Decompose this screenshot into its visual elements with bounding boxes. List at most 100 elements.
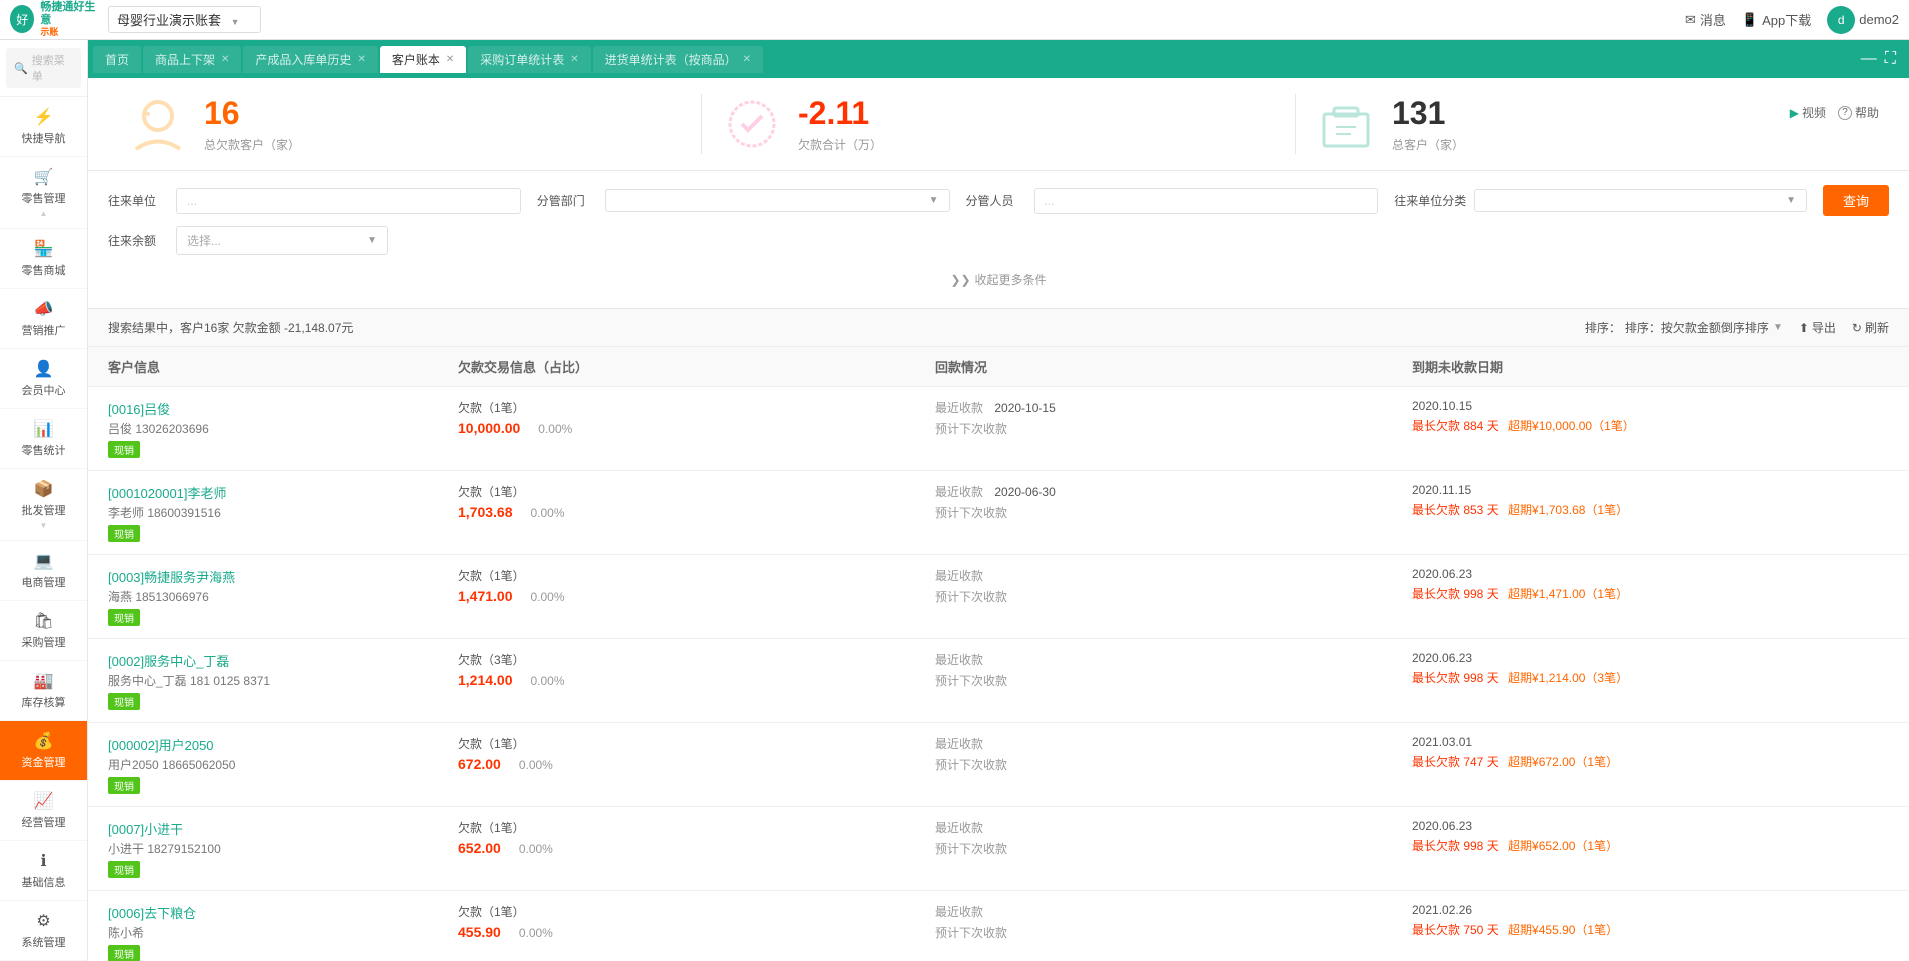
balance-select[interactable]: 选择... ▼ — [176, 226, 388, 255]
message-btn[interactable]: ✉ 消息 — [1685, 10, 1726, 29]
overdue-info-5: 2020.06.23 最长欠款 998 天 超期¥652.00（1笔） — [1412, 819, 1889, 854]
tab-close-customer-account[interactable]: ✕ — [446, 54, 454, 65]
overdue-link-5[interactable]: 超期¥652.00（1笔） — [1508, 839, 1618, 853]
tab-product-shelf[interactable]: 商品上下架 ✕ — [143, 46, 241, 73]
debt-amount-value-5: 652.00 — [458, 840, 501, 856]
user-profile[interactable]: d demo2 — [1827, 6, 1899, 34]
sidebar-item-ops[interactable]: 📈 经营管理 — [0, 781, 87, 841]
sidebar-item-wholesale-mgmt[interactable]: 📦 批发管理 ▼ — [0, 469, 87, 541]
filter-category: 往来单位分类 ▼ — [1394, 189, 1807, 212]
sidebar-item-system[interactable]: ⚙ 系统管理 — [0, 901, 87, 961]
category-select[interactable]: ▼ — [1474, 189, 1807, 212]
overdue-link-1[interactable]: 超期¥1,703.68（1笔） — [1508, 503, 1628, 517]
table-row: [0002]服务中心_丁磊 服务中心_丁磊 181 0125 8371 现销 欠… — [88, 639, 1909, 723]
total-customers-label: 总客户（家） — [1392, 136, 1869, 153]
debt-percent-2: 0.00% — [531, 590, 565, 604]
customer-tag-6: 现销 — [108, 945, 140, 961]
next-payment-0: 预计下次收款 — [935, 420, 1412, 437]
sidebar-item-purchase[interactable]: 🛍 采购管理 — [0, 601, 87, 661]
system-selector[interactable]: 母婴行业演示账套 ▼ — [108, 6, 261, 33]
customer-phone-5: 小进干 18279152100 — [108, 840, 458, 857]
tab-home[interactable]: 首页 — [93, 46, 141, 73]
next-payment-1: 预计下次收款 — [935, 504, 1412, 521]
overdue-link-4[interactable]: 超期¥672.00（1笔） — [1508, 755, 1618, 769]
debt-info-5: 欠款（1笔） 652.00 0.00% — [458, 819, 935, 856]
debt-amount-value-0: 10,000.00 — [458, 420, 520, 436]
sort-selector[interactable]: 排序： 排序：按欠款金额倒序排序 ▼ — [1585, 319, 1783, 336]
overdue-info-0: 2020.10.15 最长欠款 884 天 超期¥10,000.00（1笔） — [1412, 399, 1889, 434]
sidebar-item-marketing[interactable]: 📣 营销推广 — [0, 289, 87, 349]
logo-area: 好 畅捷通好生意 示账 — [10, 1, 98, 38]
customer-name-0[interactable]: [0016]吕俊 — [108, 399, 458, 418]
debt-customers-label: 总欠款客户（家） — [204, 136, 681, 153]
sidebar-item-inventory[interactable]: 🏭 库存核算 — [0, 661, 87, 721]
system-icon: ⚙ — [36, 911, 50, 931]
basic-icon: ℹ — [40, 851, 46, 871]
customer-name-3[interactable]: [0002]服务中心_丁磊 — [108, 651, 458, 670]
sidebar-item-ecommerce[interactable]: 💻 电商管理 — [0, 541, 87, 601]
tab-minimize-icon[interactable]: — — [1861, 50, 1877, 68]
total-customers-icon — [1316, 94, 1376, 154]
overdue-link-3[interactable]: 超期¥1,214.00（3笔） — [1508, 671, 1628, 685]
table-row: [0001020001]李老师 李老师 18600391516 现销 欠款（1笔… — [88, 471, 1909, 555]
help-btn[interactable]: ? 帮助 — [1838, 104, 1879, 121]
customer-name-1[interactable]: [0001020001]李老师 — [108, 483, 458, 502]
overdue-date-6: 2021.02.26 — [1412, 903, 1889, 917]
debt-info-4: 欠款（1笔） 672.00 0.00% — [458, 735, 935, 772]
overdue-days-5: 最长欠款 998 天 超期¥652.00（1笔） — [1412, 837, 1889, 854]
tab-close-purchase-stats[interactable]: ✕ — [743, 54, 751, 65]
customer-name-2[interactable]: [0003]畅捷服务尹海燕 — [108, 567, 458, 586]
collapse-filter-btn[interactable]: ❯❯ 收起更多条件 — [108, 265, 1889, 294]
sidebar-item-finance[interactable]: 💰 资金管理 — [0, 721, 87, 781]
retail-mall-icon: 🏪 — [34, 239, 54, 259]
person-label: 分管人员 — [966, 192, 1026, 209]
overdue-link-0[interactable]: 超期¥10,000.00（1笔） — [1508, 419, 1635, 433]
debt-amount-label: 欠款合计（万） — [798, 136, 1275, 153]
customer-tag-2: 现销 — [108, 609, 140, 626]
overdue-link-6[interactable]: 超期¥455.90（1笔） — [1508, 923, 1618, 937]
overdue-info-1: 2020.11.15 最长欠款 853 天 超期¥1,703.68（1笔） — [1412, 483, 1889, 518]
tab-close-product-history[interactable]: ✕ — [357, 54, 365, 65]
tab-product-history[interactable]: 产成品入库单历史 ✕ — [243, 46, 377, 73]
customer-name-6[interactable]: [0006]去下粮仓 — [108, 903, 458, 922]
tab-purchase-order[interactable]: 采购订单统计表 ✕ — [468, 46, 590, 73]
supplier-input[interactable]: ... — [176, 188, 521, 214]
help-icon: ? — [1838, 106, 1852, 120]
sidebar-item-retail-stats[interactable]: 📊 零售统计 — [0, 409, 87, 469]
logo-text: 畅捷通好生意 示账 — [40, 1, 98, 38]
tab-close-product-shelf[interactable]: ✕ — [221, 54, 229, 65]
sidebar: 🔍 搜索菜单 ⚡ 快捷导航 🛒 零售管理 ▲ 🏪 零售商城 📣 营销推广 — [0, 40, 88, 961]
dept-select[interactable]: ▼ — [605, 189, 950, 212]
sidebar-item-member[interactable]: 👤 会员中心 — [0, 349, 87, 409]
content-area: 首页 商品上下架 ✕ 产成品入库单历史 ✕ 客户账本 ✕ 采购订单统计表 ✕ — [88, 40, 1909, 961]
sidebar-item-quick-nav[interactable]: ⚡ 快捷导航 — [0, 97, 87, 157]
debt-amount-icon — [722, 94, 782, 154]
tab-maximize-icon[interactable]: ⛶ — [1885, 50, 1896, 68]
person-input[interactable]: ... — [1034, 188, 1379, 214]
recovery-info-2: 最近收款 预计下次收款 — [935, 567, 1412, 605]
customer-info-6: [0006]去下粮仓 陈小希 现销 — [108, 903, 458, 961]
sidebar-item-basic[interactable]: ℹ 基础信息 — [0, 841, 87, 901]
filter-row-2: 往来余额 选择... ▼ — [108, 226, 1889, 255]
retail-mgmt-icon: 🛒 — [34, 167, 54, 187]
search-menu-input[interactable]: 🔍 搜索菜单 — [6, 48, 81, 88]
export-btn[interactable]: ⬆ 导出 — [1799, 319, 1836, 336]
balance-chevron: ▼ — [367, 235, 377, 246]
sidebar-item-retail-mgmt[interactable]: 🛒 零售管理 ▲ — [0, 157, 87, 229]
top-bar: 好 畅捷通好生意 示账 母婴行业演示账套 ▼ ✉ 消息 📱 App下载 d de… — [0, 0, 1909, 40]
ecommerce-icon: 💻 — [34, 551, 54, 571]
customer-phone-0: 吕俊 13026203696 — [108, 420, 458, 437]
tab-customer-account[interactable]: 客户账本 ✕ — [380, 46, 466, 73]
tab-close-purchase-order[interactable]: ✕ — [570, 54, 578, 65]
view-video-btn[interactable]: ▶ 视频 — [1790, 104, 1826, 121]
app-download-btn[interactable]: 📱 App下载 — [1742, 10, 1811, 29]
tab-purchase-stats[interactable]: 进货单统计表（按商品） ✕ — [593, 46, 763, 73]
overdue-link-2[interactable]: 超期¥1,471.00（1笔） — [1508, 587, 1628, 601]
query-button[interactable]: 查询 — [1823, 185, 1889, 216]
customer-name-5[interactable]: [0007]小进干 — [108, 819, 458, 838]
sidebar-item-retail-mall[interactable]: 🏪 零售商城 — [0, 229, 87, 289]
customer-info-0: [0016]吕俊 吕俊 13026203696 现销 — [108, 399, 458, 458]
customer-name-4[interactable]: [000002]用户2050 — [108, 735, 458, 754]
debt-percent-0: 0.00% — [538, 422, 572, 436]
refresh-btn[interactable]: ↻ 刷新 — [1852, 319, 1889, 336]
